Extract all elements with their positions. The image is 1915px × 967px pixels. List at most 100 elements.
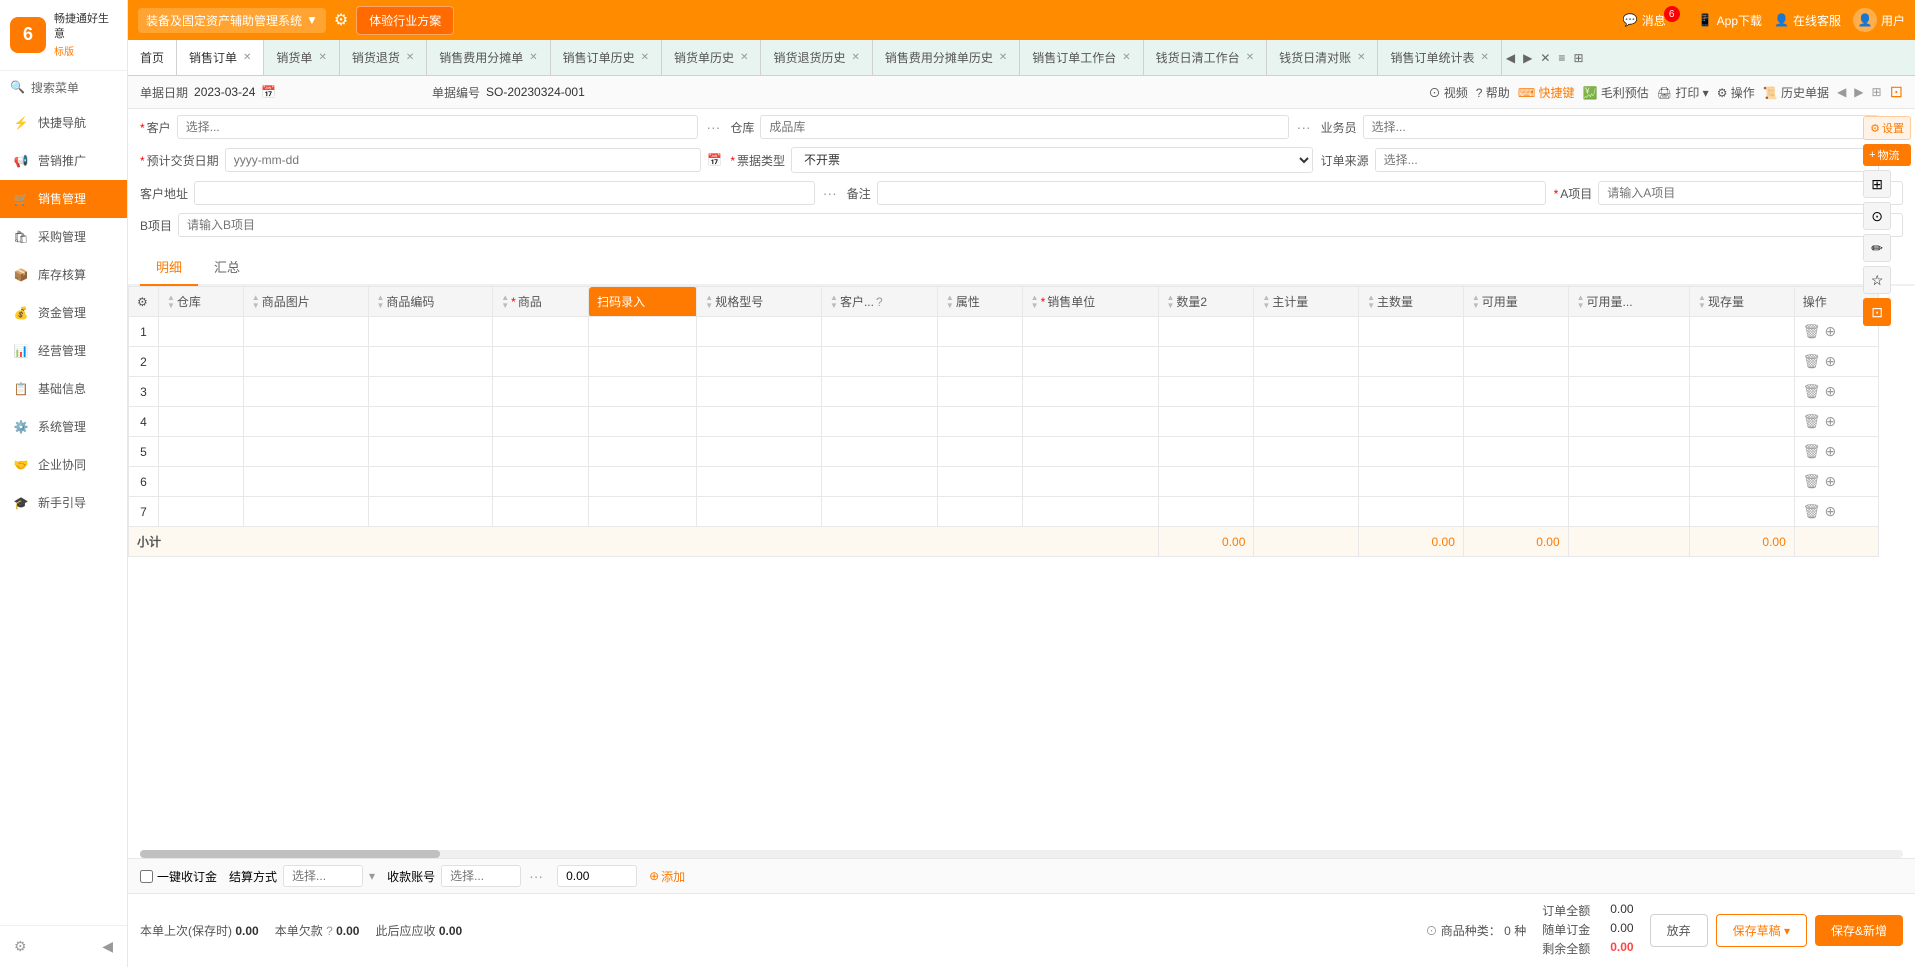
settings-gear-icon[interactable]: ⚙ — [334, 10, 348, 30]
draft-dropdown-icon[interactable]: ▾ — [1784, 924, 1790, 938]
industry-plan-button[interactable]: 体验行业方案 — [356, 6, 454, 35]
row-delete-icon[interactable]: 🗑 — [1803, 473, 1821, 490]
tab-home[interactable]: 首页 — [128, 40, 177, 76]
sidebar-item-basic[interactable]: 📋 基础信息 — [0, 370, 127, 408]
tab-stats[interactable]: 销售订单统计表 ✕ — [1378, 40, 1501, 76]
tab-sales-history[interactable]: 销售订单历史 ✕ — [551, 40, 662, 76]
tab-slip-history[interactable]: 销货单历史 ✕ — [662, 40, 761, 76]
settings-icon[interactable]: ⚙ — [137, 295, 148, 309]
calendar-icon-2[interactable]: 📅 — [707, 153, 722, 167]
warehouse-more-icon[interactable]: ··· — [1295, 117, 1313, 137]
address-input[interactable] — [194, 181, 815, 205]
tab-nav-close[interactable]: ✕ — [1536, 40, 1554, 76]
sku-icon[interactable]: ⊙ — [1425, 924, 1437, 938]
sidebar-search[interactable]: 🔍 搜索菜单 — [0, 71, 127, 104]
sidebar-item-system[interactable]: ⚙️ 系统管理 — [0, 408, 127, 446]
sidebar-item-guide[interactable]: 🎓 新手引导 — [0, 484, 127, 522]
address-more-icon[interactable]: ··· — [821, 183, 839, 203]
notification-item[interactable]: 💬 消息 6 — [1623, 12, 1686, 29]
customer-more-icon[interactable]: ··· — [704, 117, 722, 137]
settings-icon[interactable]: ⚙ — [8, 934, 33, 959]
delivery-date-input[interactable] — [225, 148, 702, 172]
row-copy-icon[interactable]: ⊕ — [1825, 353, 1837, 370]
row-copy-icon[interactable]: ⊕ — [1825, 503, 1837, 520]
tab-expense-history[interactable]: 销售费用分摊单历史 ✕ — [873, 40, 1020, 76]
row-delete-icon[interactable]: 🗑 — [1803, 503, 1821, 520]
amount-input[interactable] — [557, 865, 637, 887]
a-project-input[interactable] — [1598, 181, 1903, 205]
expand-icon[interactable]: ⊡ — [1890, 82, 1903, 102]
user-item[interactable]: 👤 用户 — [1853, 8, 1905, 32]
payment-dropdown-icon[interactable]: ▾ — [369, 869, 375, 883]
sidebar-item-enterprise[interactable]: 🤝 企业协同 — [0, 446, 127, 484]
tab-nav-prev[interactable]: ◀ — [1502, 40, 1519, 76]
sidebar-item-sales[interactable]: 🛒 销售管理 — [0, 180, 127, 218]
horizontal-scrollbar[interactable] — [140, 850, 1903, 858]
tab-detail[interactable]: 明细 — [140, 249, 198, 286]
system-title-dropdown[interactable]: 装备及固定资产辅助管理系统 ▼ — [138, 8, 326, 33]
side-btn-5[interactable]: ⊡ — [1863, 298, 1891, 326]
side-btn-4[interactable]: ☆ — [1863, 266, 1891, 294]
one-click-checkbox[interactable] — [140, 870, 153, 883]
row-delete-icon[interactable]: 🗑 — [1803, 353, 1821, 370]
row-delete-icon[interactable]: 🗑 — [1803, 383, 1821, 400]
tab-nav-expand[interactable]: ⊞ — [1569, 40, 1587, 76]
payment-method-input[interactable] — [283, 865, 363, 887]
help-icon[interactable]: ? — [326, 924, 333, 938]
tab-workbench[interactable]: 销售订单工作台 ✕ — [1020, 40, 1143, 76]
tab-sales-order[interactable]: 销售订单 ✕ — [177, 40, 264, 76]
nav-prev-icon[interactable]: ◀ — [1837, 85, 1846, 99]
side-btn-2[interactable]: ⊙ — [1863, 202, 1891, 230]
sidebar-item-inventory[interactable]: 📦 库存核算 — [0, 256, 127, 294]
tab-sales-slip[interactable]: 销货单 ✕ — [264, 40, 339, 76]
customer-input[interactable] — [177, 115, 699, 139]
nav-next-icon[interactable]: ▶ — [1854, 85, 1863, 99]
calendar-icon[interactable]: 📅 — [261, 85, 276, 99]
print-action[interactable]: 🖨 打印 ▾ — [1657, 84, 1709, 101]
online-service-item[interactable]: 👤 在线客服 — [1774, 12, 1841, 29]
sidebar-item-finance[interactable]: 💰 资金管理 — [0, 294, 127, 332]
tab-close-icon[interactable]: ✕ — [243, 52, 251, 63]
collapse-icon[interactable]: ◀ — [96, 934, 119, 959]
tab-return-history[interactable]: 销货退货历史 ✕ — [761, 40, 872, 76]
tab-daily-workbench[interactable]: 钱货日清工作台 ✕ — [1144, 40, 1267, 76]
order-source-input[interactable] — [1375, 148, 1879, 172]
history-action[interactable]: 📜 历史单据 — [1763, 84, 1829, 101]
settings-panel-button[interactable]: ⚙ 设置 — [1863, 116, 1911, 140]
side-btn-1[interactable]: ⊞ — [1863, 170, 1891, 198]
row-delete-icon[interactable]: 🗑 — [1803, 443, 1821, 460]
tab-close-icon[interactable]: ✕ — [740, 52, 748, 63]
tab-summary[interactable]: 汇总 — [198, 249, 256, 286]
row-copy-icon[interactable]: ⊕ — [1825, 413, 1837, 430]
add-payment-button[interactable]: ⊕ 添加 — [649, 868, 685, 885]
tab-close-icon[interactable]: ✕ — [406, 52, 414, 63]
video-action[interactable]: ⊙ 视频 — [1428, 84, 1467, 101]
help-action[interactable]: ? 帮助 — [1476, 84, 1510, 101]
tab-sales-expense[interactable]: 销售费用分摊单 ✕ — [427, 40, 550, 76]
row-delete-icon[interactable]: 🗑 — [1803, 323, 1821, 340]
save-new-button[interactable]: 保存&新增 — [1815, 915, 1903, 946]
save-draft-button[interactable]: 保存草稿 ▾ — [1716, 914, 1807, 947]
tab-close-icon[interactable]: ✕ — [1481, 52, 1489, 63]
scroll-thumb[interactable] — [140, 850, 440, 858]
tab-reconcile[interactable]: 钱货日清对账 ✕ — [1267, 40, 1378, 76]
sidebar-item-operations[interactable]: 📊 经营管理 — [0, 332, 127, 370]
b-project-input[interactable] — [178, 213, 1903, 237]
sidebar-item-quicknav[interactable]: ⚡ 快捷导航 — [0, 104, 127, 142]
sidebar-item-purchase[interactable]: 🛍 采购管理 — [0, 218, 127, 256]
tab-close-icon[interactable]: ✕ — [1122, 52, 1130, 63]
tab-nav-menu[interactable]: ≡ — [1554, 40, 1569, 76]
row-copy-icon[interactable]: ⊕ — [1825, 473, 1837, 490]
tab-sales-return[interactable]: 销货退货 ✕ — [340, 40, 427, 76]
warehouse-input[interactable] — [760, 115, 1288, 139]
row-delete-icon[interactable]: 🗑 — [1803, 413, 1821, 430]
row-copy-icon[interactable]: ⊕ — [1825, 383, 1837, 400]
tab-close-icon[interactable]: ✕ — [641, 52, 649, 63]
sidebar-item-marketing[interactable]: 📢 营销推广 — [0, 142, 127, 180]
grid-icon[interactable]: ⊞ — [1872, 85, 1882, 99]
tab-close-icon[interactable]: ✕ — [999, 52, 1007, 63]
tab-close-icon[interactable]: ✕ — [529, 52, 537, 63]
tab-close-icon[interactable]: ✕ — [1246, 52, 1254, 63]
discard-button[interactable]: 放弃 — [1650, 914, 1708, 947]
tab-nav-next[interactable]: ▶ — [1519, 40, 1536, 76]
